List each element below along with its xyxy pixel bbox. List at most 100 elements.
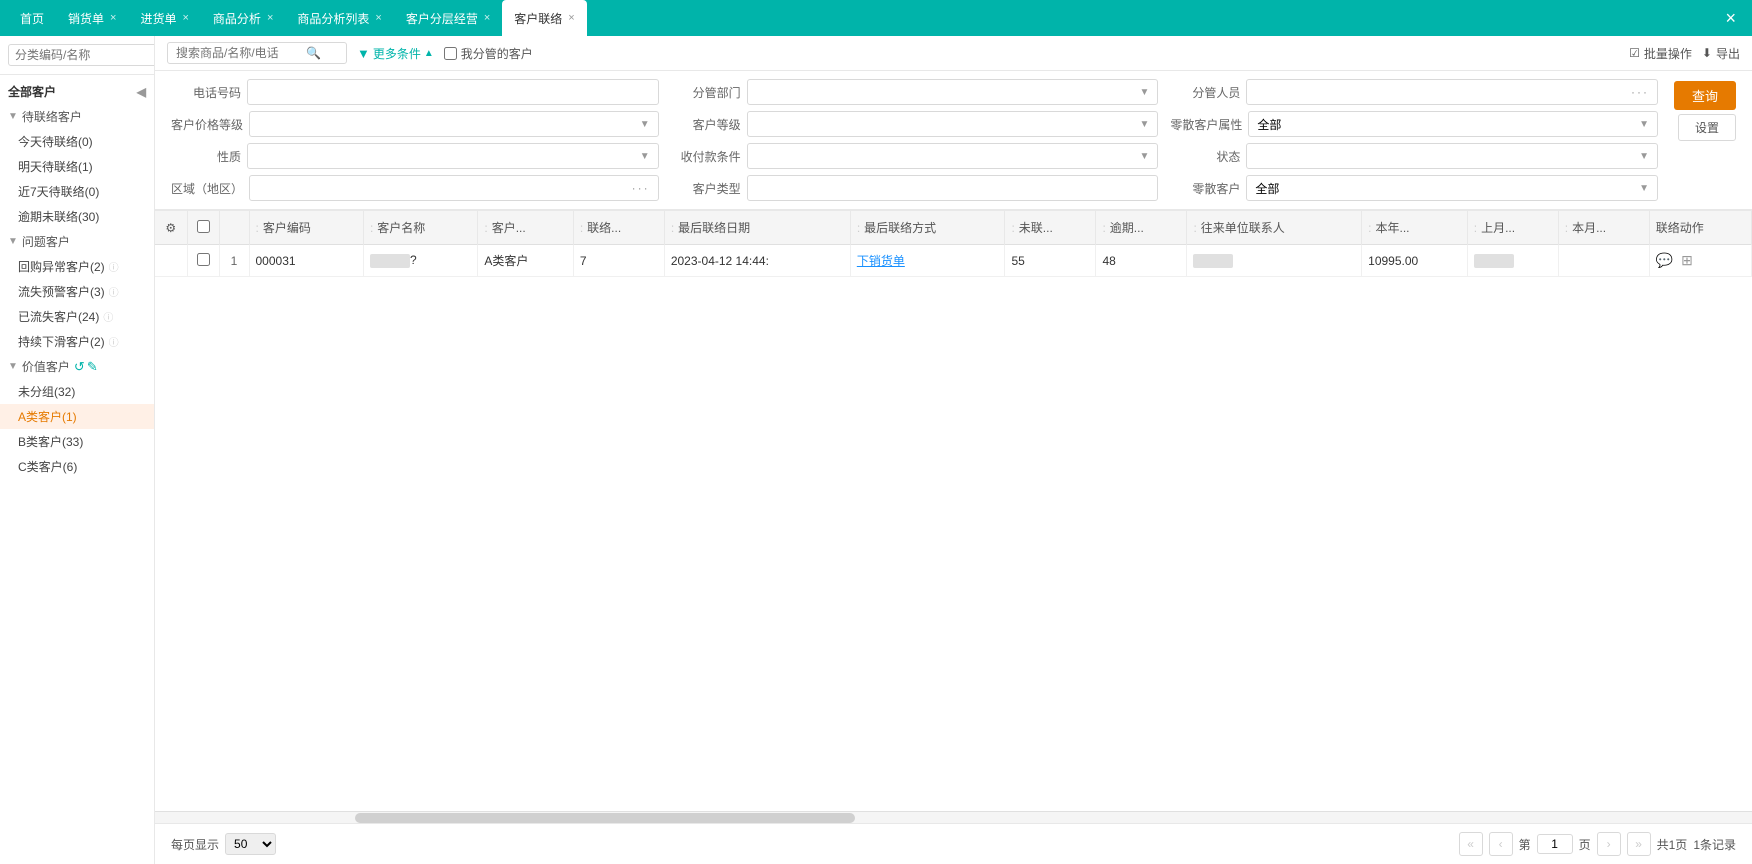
region-input[interactable]: ··· — [249, 175, 659, 201]
sidebar-item-repurchase-abnormal[interactable]: 回购异常客户(2) ⓘ — [0, 254, 154, 279]
col-actions: 联络动作 — [1649, 211, 1751, 245]
region-field: 区域（地区） ··· — [171, 175, 659, 201]
phone-input[interactable] — [247, 79, 659, 105]
content-area: 🔍 ▼ 更多条件 ▲ 我分管的客户 ☑ 批量操作 ⬇ 导出 — [155, 36, 1752, 864]
my-customers-checkbox[interactable] — [444, 47, 457, 60]
last-method-link[interactable]: 下销货单 — [857, 254, 905, 268]
nav-purchase-order[interactable]: 进货单 × — [128, 0, 200, 36]
close-product-analysis[interactable]: × — [267, 12, 273, 24]
masked-name — [370, 254, 410, 268]
current-page-input[interactable] — [1537, 834, 1573, 854]
window-close-button[interactable]: × — [1717, 8, 1744, 29]
value-group-edit[interactable]: ✎ — [87, 359, 98, 375]
value-group-refresh[interactable]: ↺ — [74, 359, 85, 375]
sidebar-item-contact-today[interactable]: 今天待联络(0) — [0, 129, 154, 154]
select-all-checkbox[interactable] — [197, 220, 210, 233]
region-dots-icon: ··· — [632, 181, 650, 195]
retail-customer-arrow-icon: ▼ — [1639, 183, 1649, 194]
sidebar-item-unclassified[interactable]: 未分组(32) — [0, 379, 154, 404]
nature-select[interactable]: ▼ — [247, 143, 659, 169]
filter-search-icon[interactable]: 🔍 — [306, 46, 321, 60]
sidebar-item-contact-tomorrow[interactable]: 明天待联络(1) — [0, 154, 154, 179]
horizontal-scrollbar[interactable] — [155, 811, 1752, 823]
manager-dots-icon: ··· — [1631, 85, 1649, 99]
manager-input[interactable]: ··· — [1246, 79, 1658, 105]
nature-arrow-icon: ▼ — [640, 151, 650, 162]
retail-attr-field: 零散客户属性 全部 ▼ — [1170, 111, 1658, 137]
value-group-header[interactable]: ▼ 价值客户 ↺ ✎ — [0, 354, 154, 379]
row-last-date: 2023-04-12 14:44: — [664, 245, 850, 277]
sidebar-item-contact-overdue[interactable]: 逾期未联络(30) — [0, 204, 154, 229]
col-prev-contact: :往来单位联系人 — [1187, 211, 1362, 245]
first-page-button[interactable]: « — [1459, 832, 1483, 856]
sidebar-item-b-class[interactable]: B类客户(33) — [0, 429, 154, 454]
message-action-icon[interactable]: 💬 — [1656, 252, 1673, 269]
qr-action-icon[interactable]: ⊞ — [1681, 252, 1693, 269]
next-page-button[interactable]: › — [1597, 832, 1621, 856]
row-checkbox[interactable] — [197, 253, 210, 266]
prev-page-button[interactable]: ‹ — [1489, 832, 1513, 856]
row-number: 1 — [219, 245, 249, 277]
customer-level-arrow-icon: ▼ — [1139, 119, 1149, 130]
nav-sales-order[interactable]: 销货单 × — [56, 0, 128, 36]
col-no — [219, 211, 249, 245]
row-settings-cell — [155, 245, 187, 277]
nav-home[interactable]: 首页 — [8, 0, 56, 36]
price-level-arrow-icon: ▼ — [640, 119, 650, 130]
sidebar-item-churned[interactable]: 已流失客户(24) ⓘ — [0, 304, 154, 329]
row-contact-count: 7 — [573, 245, 664, 277]
row-check-cell — [187, 245, 219, 277]
close-product-analysis-list[interactable]: × — [375, 12, 381, 24]
settings-button[interactable]: 设置 — [1678, 114, 1736, 141]
sidebar-item-c-class[interactable]: C类客户(6) — [0, 454, 154, 479]
customer-type-input[interactable] — [747, 175, 1159, 201]
retail-attr-select[interactable]: 全部 ▼ — [1248, 111, 1658, 137]
col-this-month: :本月... — [1558, 211, 1649, 245]
col-last-date: :最后联络日期 — [664, 211, 850, 245]
info-icon-1: ⓘ — [109, 259, 119, 274]
nav-product-analysis[interactable]: 商品分析 × — [201, 0, 285, 36]
info-icon-4: ⓘ — [109, 334, 119, 349]
payment-select[interactable]: ▼ — [747, 143, 1159, 169]
col-overdue: :逾期... — [1096, 211, 1187, 245]
nav-customer-segment[interactable]: 客户分层经营 × — [394, 0, 502, 36]
contact-group-header[interactable]: ▼ 待联络客户 — [0, 104, 154, 129]
close-purchase-order[interactable]: × — [182, 12, 188, 24]
filter-search-input[interactable] — [176, 46, 306, 60]
sidebar-search-input[interactable] — [8, 44, 155, 66]
close-sales-order[interactable]: × — [110, 12, 116, 24]
export-button[interactable]: ⬇ 导出 — [1702, 45, 1740, 62]
price-level-select[interactable]: ▼ — [249, 111, 659, 137]
more-filters-button[interactable]: ▼ 更多条件 ▲ — [357, 45, 434, 62]
col-settings[interactable]: ⚙ — [155, 211, 187, 245]
page-size-select[interactable]: 20 50 100 — [225, 833, 276, 855]
sidebar-collapse-icon[interactable]: ◀ — [137, 85, 146, 99]
col-code: :客户编码 — [249, 211, 363, 245]
sidebar-item-a-class[interactable]: A类客户(1) — [0, 404, 154, 429]
phone-field: 电话号码 — [171, 79, 659, 105]
close-customer-segment[interactable]: × — [484, 12, 490, 24]
top-nav: 首页 销货单 × 进货单 × 商品分析 × 商品分析列表 × 客户分层经营 × … — [0, 0, 1752, 36]
status-select[interactable]: ▼ — [1246, 143, 1658, 169]
nav-product-analysis-list[interactable]: 商品分析列表 × — [285, 0, 393, 36]
problem-group-header[interactable]: ▼ 问题客户 — [0, 229, 154, 254]
sidebar-item-contact-7days[interactable]: 近7天待联络(0) — [0, 179, 154, 204]
col-last-month: :上月... — [1467, 211, 1558, 245]
sidebar-item-declining[interactable]: 持续下滑客户(2) ⓘ — [0, 329, 154, 354]
dept-select[interactable]: ▼ — [747, 79, 1159, 105]
last-page-button[interactable]: » — [1627, 832, 1651, 856]
dept-arrow-icon: ▼ — [1139, 87, 1149, 98]
all-customers-label: 全部客户 — [8, 83, 56, 100]
query-button[interactable]: 查询 — [1674, 81, 1736, 110]
table-footer: 每页显示 20 50 100 « ‹ 第 页 › » 共1页 1条记录 — [155, 823, 1752, 864]
all-customers-header: 全部客户 ◀ — [0, 75, 154, 104]
sidebar-item-churn-warning[interactable]: 流失预警客户(3) ⓘ — [0, 279, 154, 304]
retail-customer-select[interactable]: 全部 ▼ — [1246, 175, 1658, 201]
close-customer-contact[interactable]: × — [568, 12, 574, 24]
customer-level-select[interactable]: ▼ — [747, 111, 1159, 137]
batch-operation-button[interactable]: ☑ 批量操作 — [1629, 45, 1692, 62]
nav-customer-contact[interactable]: 客户联络 × — [502, 0, 586, 36]
sidebar-search-area: 🔍 — [0, 36, 154, 75]
customer-level-field: 客户等级 ▼ — [671, 111, 1159, 137]
nature-field: 性质 ▼ — [171, 143, 659, 169]
